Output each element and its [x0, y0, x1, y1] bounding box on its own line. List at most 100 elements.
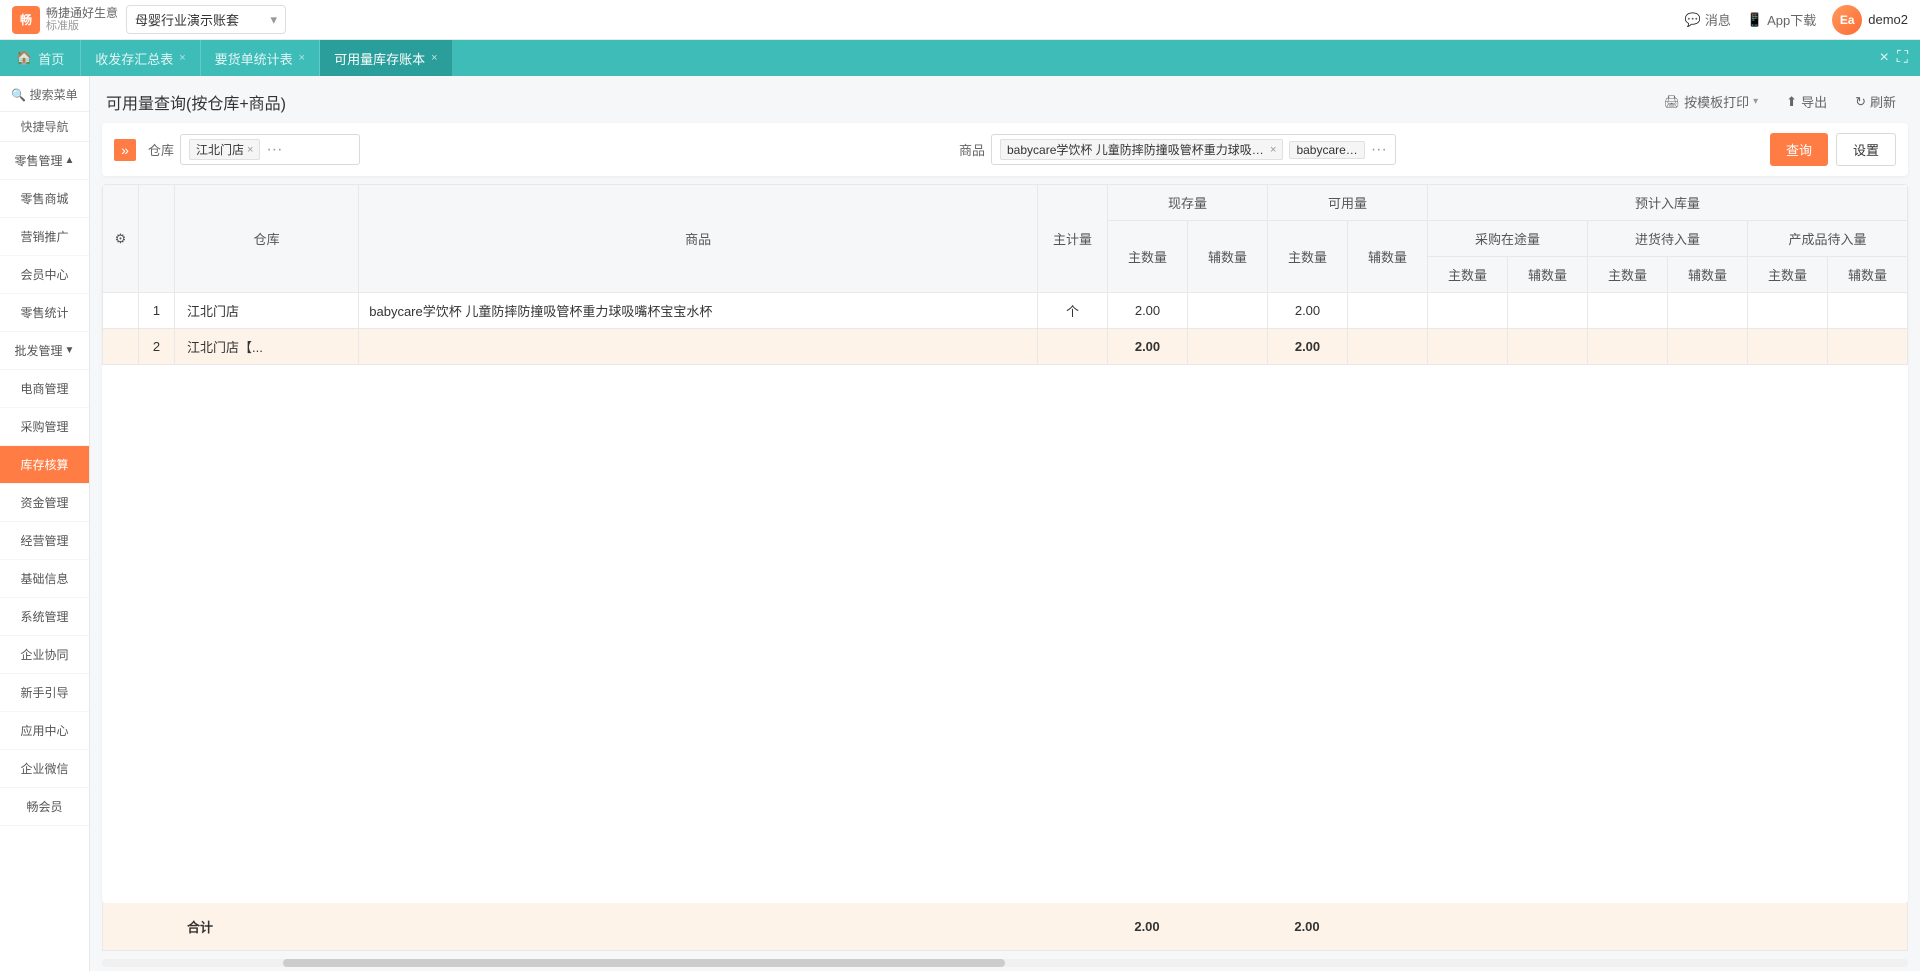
subtotal-warehouse: 江北门店【...: [175, 329, 359, 365]
th-stock-aux: 辅数量: [1188, 221, 1268, 293]
sidebar-item-marketing[interactable]: 营销推广: [0, 218, 89, 256]
product-input[interactable]: babycare学饮杯 儿童防摔防撞吸管杯重力球吸嘴杯宝宝水杯 × babyca…: [991, 134, 1396, 165]
table-summary-footer: 合计 2.00 2.00: [102, 903, 1908, 951]
sidebar-item-member[interactable]: 会员中心: [0, 256, 89, 294]
subtotal-purchase-main: [1428, 329, 1508, 365]
app-icon: 📱: [1747, 12, 1763, 28]
sidebar-marketing-label: 营销推广: [20, 228, 68, 245]
th-gear[interactable]: ⚙: [103, 185, 139, 293]
sidebar-nav-label: 快捷导航: [20, 120, 68, 134]
tab-home[interactable]: 🏠 首页: [0, 40, 81, 76]
subtotal-incoming-main: [1588, 329, 1668, 365]
warehouse-more-icon[interactable]: ···: [266, 141, 282, 159]
row-prod-main: [1748, 293, 1828, 329]
tab-order[interactable]: 要货单统计表 ×: [201, 40, 320, 76]
page-actions: 🖨 按模板打印 ▾ ⬆ 导出 ↻ 刷新: [1656, 88, 1904, 115]
logo-sub: 标准版: [46, 20, 118, 33]
tab-home-label: 首页: [38, 49, 64, 68]
sidebar-item-purchase[interactable]: 采购管理: [0, 408, 89, 446]
sidebar-retail-mall-label: 零售商城: [20, 190, 68, 207]
product-label: 商品: [959, 140, 985, 159]
sidebar-item-system[interactable]: 系统管理: [0, 598, 89, 636]
message-btn[interactable]: 💬 消息: [1685, 10, 1731, 29]
th-incoming-aux: 辅数量: [1668, 257, 1748, 293]
print-icon: 🖨: [1664, 94, 1681, 110]
filter-buttons: 查询 设置: [1770, 133, 1896, 166]
th-incoming-group: 进货待入量: [1588, 221, 1748, 257]
th-prod-aux: 辅数量: [1828, 257, 1908, 293]
warehouse-input[interactable]: 江北门店 × ···: [180, 134, 360, 165]
footer-index-cell: [139, 911, 175, 942]
sidebar-item-ecommerce[interactable]: 电商管理: [0, 370, 89, 408]
tab-available[interactable]: 可用量库存账本 ×: [320, 40, 452, 76]
tab-collect-close[interactable]: ×: [179, 52, 185, 64]
sidebar-item-member2[interactable]: 畅会员: [0, 788, 89, 826]
tab-available-close[interactable]: ×: [431, 52, 437, 64]
settings-btn[interactable]: 设置: [1836, 133, 1896, 166]
export-btn[interactable]: ⬆ 导出: [1778, 88, 1835, 115]
product-tag1-remove[interactable]: ×: [1270, 144, 1276, 156]
filter-warehouse-group: 仓库 江北门店 × ···: [148, 134, 947, 165]
product-more-icon[interactable]: ···: [1371, 141, 1387, 159]
subtotal-avail-aux: [1348, 329, 1428, 365]
filter-expand-btn[interactable]: »: [114, 139, 136, 161]
sidebar-nav[interactable]: 快捷导航: [0, 112, 89, 142]
footer-table: 合计 2.00 2.00: [103, 911, 1907, 942]
logo-main: 畅捷通好生意: [46, 6, 118, 20]
sidebar-system-label: 系统管理: [20, 608, 68, 625]
logo-icon: 畅: [12, 6, 40, 34]
sidebar-item-retail-stat[interactable]: 零售统计: [0, 294, 89, 332]
row-gear[interactable]: [103, 293, 139, 329]
tab-fullscreen-btn[interactable]: ⛶: [1897, 49, 1908, 67]
th-available-group: 可用量: [1268, 185, 1428, 221]
sidebar-item-wholesale-mgmt[interactable]: 批发管理 ▼: [0, 332, 89, 370]
sidebar-item-app-center[interactable]: 应用中心: [0, 712, 89, 750]
sidebar-member2-label: 畅会员: [26, 798, 62, 815]
sidebar-item-basic-info[interactable]: 基础信息: [0, 560, 89, 598]
industry-selector[interactable]: 母婴行业演示账套 ▾: [126, 5, 286, 34]
search-icon: 🔍: [11, 88, 26, 102]
sidebar-item-ops-mgmt[interactable]: 经营管理: [0, 522, 89, 560]
sidebar-retail-mgmt-label: 零售管理: [15, 152, 63, 169]
query-btn[interactable]: 查询: [1770, 133, 1828, 166]
footer-row: 合计 2.00 2.00: [103, 911, 1907, 942]
sidebar-inventory-label: 库存核算: [20, 456, 68, 473]
footer-unit-cell: [1037, 911, 1107, 942]
refresh-btn[interactable]: ↻ 刷新: [1847, 88, 1904, 115]
sidebar-basic-info-label: 基础信息: [20, 570, 68, 587]
refresh-label: 刷新: [1870, 92, 1896, 111]
sidebar-search[interactable]: 🔍 搜索菜单: [0, 76, 89, 112]
subtotal-product: [359, 329, 1038, 365]
sidebar-item-retail-mgmt[interactable]: 零售管理 ▲: [0, 142, 89, 180]
table-container[interactable]: ⚙ 仓库 商品 主计量 现存量 可用量 预计入库量 主数量 辅数量 主数量 辅数…: [102, 184, 1908, 903]
sidebar-item-inventory[interactable]: 库存核算: [0, 446, 89, 484]
th-production-group: 产成品待入量: [1748, 221, 1908, 257]
sidebar-item-biz-wechat[interactable]: 企业微信: [0, 750, 89, 788]
sidebar-item-enterprise[interactable]: 企业协同: [0, 636, 89, 674]
user-area[interactable]: Ea demo2: [1832, 5, 1908, 35]
tab-collect[interactable]: 收发存汇总表 ×: [81, 40, 200, 76]
product-tag2-text: babycare…: [1296, 143, 1357, 157]
print-btn[interactable]: 🖨 按模板打印 ▾: [1656, 88, 1767, 115]
subtotal-incoming-aux: [1668, 329, 1748, 365]
scrollbar-thumb[interactable]: [283, 959, 1005, 967]
sidebar-newcomer-label: 新手引导: [20, 684, 68, 701]
chevron-print: ▾: [1753, 96, 1758, 107]
th-expected-group: 预计入库量: [1428, 185, 1908, 221]
th-prod-main: 主数量: [1748, 257, 1828, 293]
tab-close-all-btn[interactable]: ×: [1879, 49, 1888, 67]
sidebar-ecommerce-label: 电商管理: [20, 380, 68, 397]
page-header: 可用量查询(按仓库+商品) 🖨 按模板打印 ▾ ⬆ 导出 ↻ 刷新: [90, 76, 1920, 123]
sidebar-item-retail-mall[interactable]: 零售商城: [0, 180, 89, 218]
product-tag2: babycare…: [1289, 141, 1364, 159]
sidebar-item-finance[interactable]: 资金管理: [0, 484, 89, 522]
tabs: 🏠 首页 收发存汇总表 × 要货单统计表 × 可用量库存账本 ×: [0, 40, 453, 76]
page-title: 可用量查询(按仓库+商品): [106, 90, 286, 114]
th-purchase-main: 主数量: [1428, 257, 1508, 293]
subtotal-index: 2: [139, 329, 175, 365]
tab-order-close[interactable]: ×: [299, 52, 305, 64]
app-download-btn[interactable]: 📱 App下载: [1747, 10, 1816, 29]
sidebar-item-newcomer[interactable]: 新手引导: [0, 674, 89, 712]
row-stock-aux: [1188, 293, 1268, 329]
warehouse-tag-remove[interactable]: ×: [247, 144, 253, 156]
